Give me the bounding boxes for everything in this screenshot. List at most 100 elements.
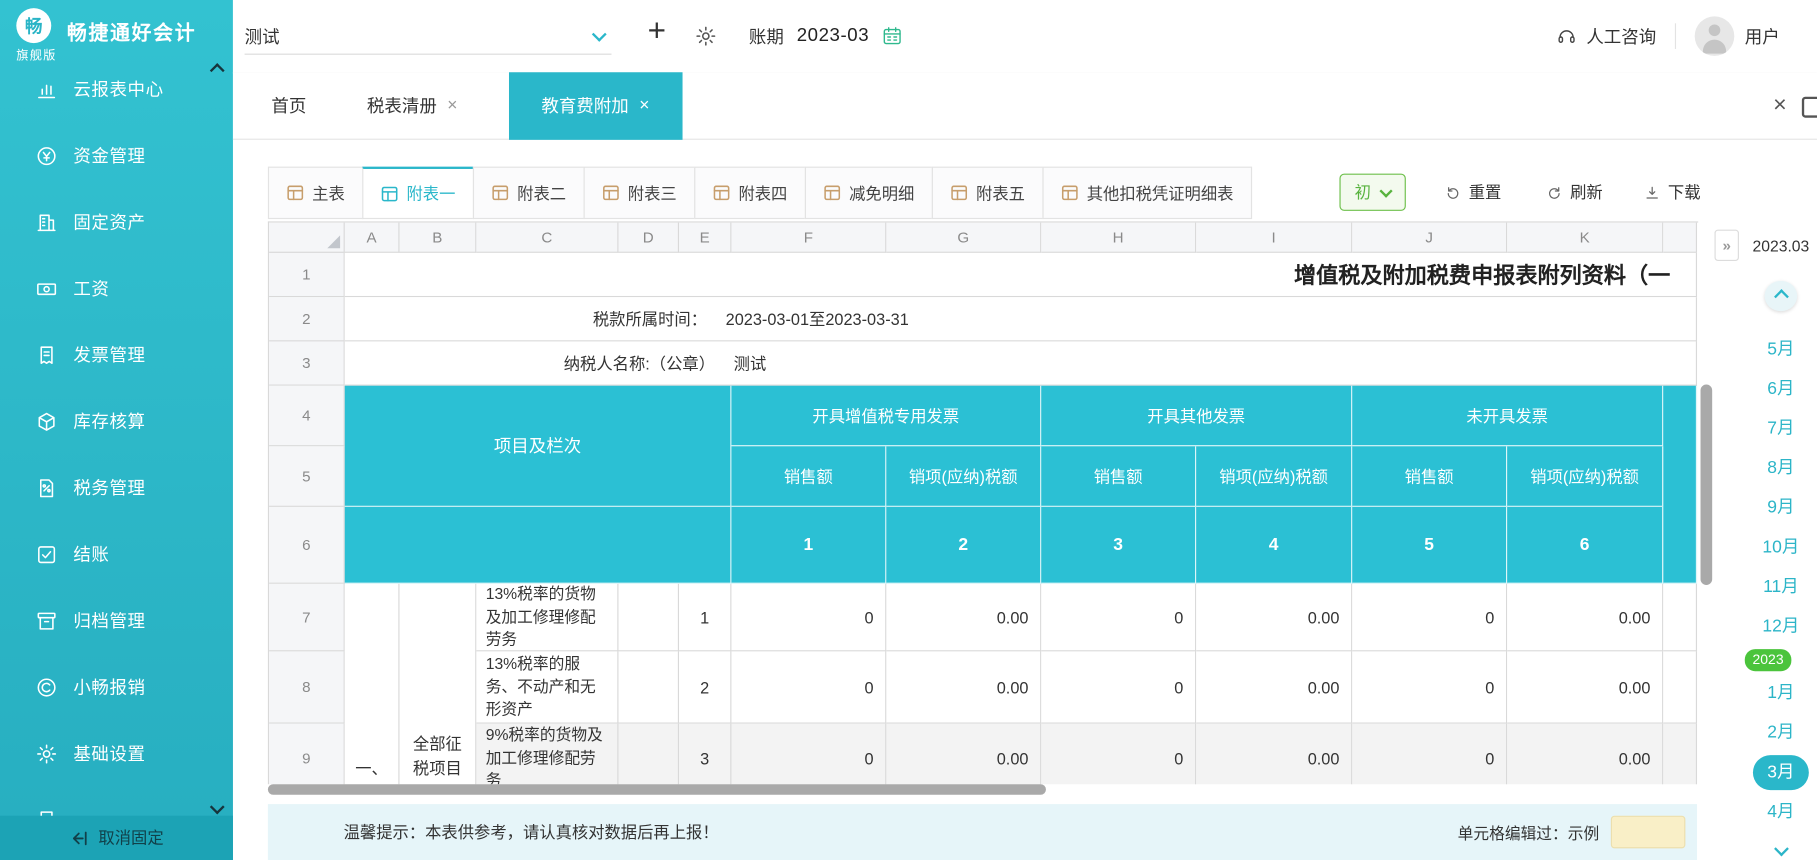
chart-icon [35, 77, 58, 100]
sheet-tab-schedule1[interactable]: 附表一 [362, 166, 475, 220]
reset-icon [1447, 186, 1459, 199]
refresh-button[interactable]: 刷新 [1546, 174, 1603, 211]
sidebar-item-inventory[interactable]: 库存核算 [0, 388, 233, 454]
add-button[interactable]: + [648, 15, 666, 46]
sidebar-item-cloud-reports[interactable]: 云报表中心 [0, 56, 233, 122]
cell-line-no[interactable]: 1 [679, 583, 732, 652]
cell-line-no[interactable]: 2 [679, 651, 732, 724]
sheet-tab-reduction-detail[interactable]: 减免明细 [804, 166, 933, 220]
cell-value[interactable]: 0 [1041, 651, 1197, 724]
cell-value[interactable]: 0 [731, 583, 887, 652]
cell-value[interactable]: 0.00 [1196, 583, 1353, 652]
cell-value[interactable]: 0 [1041, 583, 1197, 652]
cell-section[interactable]: 一、 [344, 583, 400, 785]
download-button[interactable]: 下载 [1643, 174, 1701, 211]
reset-button[interactable]: 重置 [1444, 174, 1501, 211]
cell-value[interactable]: 0.00 [1196, 723, 1353, 785]
avatar[interactable] [1694, 16, 1735, 56]
cell-line-no[interactable]: 3 [679, 723, 732, 785]
cell-desc[interactable]: 9%税率的货物及加工修理修配劳务 [476, 723, 619, 785]
c-circle-icon [35, 675, 58, 698]
tab-tax-register[interactable]: 税表清册 × [358, 72, 467, 140]
sheet-corner[interactable] [269, 222, 345, 253]
cell-value[interactable]: 0 [1041, 723, 1197, 785]
sidebar-item-tax[interactable]: 税务管理 [0, 454, 233, 520]
month-item[interactable]: 8月 [1745, 449, 1817, 489]
sidebar-item-funds[interactable]: 资金管理 [0, 122, 233, 188]
cell-value[interactable]: 0.00 [886, 723, 1042, 785]
scroll-months-down-icon[interactable] [1773, 839, 1789, 860]
cell-clipped[interactable] [1663, 651, 1698, 724]
sheet-tab-main[interactable]: 主表 [267, 166, 364, 220]
header-line-number: 1 [731, 506, 887, 584]
cell-value[interactable]: 0 [731, 723, 887, 785]
sidebar-item-reimburse[interactable]: 小畅报销 [0, 654, 233, 720]
sheet-tab-schedule5[interactable]: 附表五 [931, 166, 1044, 220]
sheet-tab-schedule4[interactable]: 附表四 [694, 166, 807, 220]
cell-empty[interactable] [618, 723, 680, 785]
tab-list-icon[interactable] [1801, 96, 1817, 118]
cell-value[interactable]: 0 [731, 651, 887, 724]
sidebar-item-closing[interactable]: 结账 [0, 521, 233, 587]
cell-value[interactable]: 0.00 [1507, 723, 1664, 785]
sidebar-item-settings[interactable]: 基础设置 [0, 720, 233, 786]
settings-gear-icon[interactable] [694, 24, 717, 53]
month-item[interactable]: 10月 [1745, 528, 1817, 568]
unpin-button[interactable]: 取消固定 [0, 815, 233, 860]
month-item[interactable]: 1月 [1745, 674, 1817, 714]
cell-group[interactable]: 全部征税项目 [399, 583, 477, 785]
close-all-tabs-icon[interactable]: × [1773, 92, 1787, 119]
calendar-icon[interactable] [882, 26, 903, 47]
sidebar-item-payroll[interactable]: 工资 [0, 255, 233, 321]
month-item[interactable]: 2月 [1745, 713, 1817, 753]
sheet-tab-other-vouchers[interactable]: 其他扣税凭证明细表 [1042, 166, 1253, 220]
sheet-taxpayer-row: 纳税人名称:（公章） 测试 [344, 341, 1698, 386]
sidebar-item-invoices[interactable]: 发票管理 [0, 322, 233, 388]
cell-empty[interactable] [618, 651, 680, 724]
tab-education-surcharge[interactable]: 教育费附加 × [508, 71, 683, 140]
support-button[interactable]: 人工咨询 [1556, 24, 1656, 48]
sheet-title-row: 增值税及附加税费申报表附列资料（一 [344, 252, 1698, 298]
cell-value[interactable]: 0.00 [1507, 583, 1664, 652]
cell-value[interactable]: 0.00 [1507, 651, 1664, 724]
header-sub: 销售额 [1041, 446, 1197, 507]
tab-home[interactable]: 首页 [262, 72, 316, 140]
user-menu[interactable]: 用户 [1745, 24, 1780, 48]
month-item[interactable]: 11月 [1745, 568, 1817, 608]
month-item[interactable]: 5月 [1745, 330, 1817, 370]
cell-value[interactable]: 0.00 [886, 583, 1042, 652]
month-item[interactable]: 4月 [1745, 792, 1817, 832]
vertical-scrollbar[interactable] [1700, 384, 1713, 585]
month-item[interactable]: 9月 [1745, 488, 1817, 528]
account-select[interactable]: 测试 [244, 19, 612, 55]
month-item[interactable]: 6月 [1745, 369, 1817, 409]
cell-clipped[interactable] [1663, 723, 1698, 785]
cell-desc[interactable]: 13%税率的服务、不动产和无形资产 [476, 651, 619, 724]
cell-value[interactable]: 0.00 [886, 651, 1042, 724]
close-tab-icon[interactable]: × [447, 96, 457, 116]
period-value[interactable]: 2023-03 [797, 26, 869, 47]
cell-empty[interactable] [618, 583, 680, 652]
sidebar-item-fixed-assets[interactable]: 固定资产 [0, 189, 233, 255]
collapse-panel-button[interactable]: » [1714, 229, 1739, 262]
header-line-number: 2 [886, 506, 1042, 584]
close-tab-icon[interactable]: × [639, 96, 649, 116]
cell-value[interactable]: 0 [1352, 723, 1508, 785]
month-item-active[interactable]: 3月 [1752, 755, 1809, 791]
col-letter: B [399, 222, 477, 253]
cell-value[interactable]: 0 [1352, 651, 1508, 724]
sheet-tab-schedule3[interactable]: 附表三 [583, 166, 696, 220]
building-icon [35, 210, 58, 233]
cell-clipped[interactable] [1663, 583, 1698, 652]
sheet-tab-schedule2[interactable]: 附表二 [472, 166, 585, 220]
collapse-months-button[interactable] [1764, 280, 1798, 312]
cell-value[interactable]: 0.00 [1196, 651, 1353, 724]
month-item[interactable]: 12月 [1745, 607, 1817, 647]
month-item[interactable]: 7月 [1745, 409, 1817, 449]
cell-value[interactable]: 0 [1352, 583, 1508, 652]
period-filter-dropdown[interactable]: 初 [1339, 173, 1406, 211]
header-sub: 销项(应纳)税额 [1196, 446, 1353, 507]
sidebar-item-archive[interactable]: 归档管理 [0, 587, 233, 653]
cell-desc[interactable]: 13%税率的货物及加工修理修配劳务 [476, 583, 619, 652]
horizontal-scrollbar[interactable] [267, 784, 1046, 795]
